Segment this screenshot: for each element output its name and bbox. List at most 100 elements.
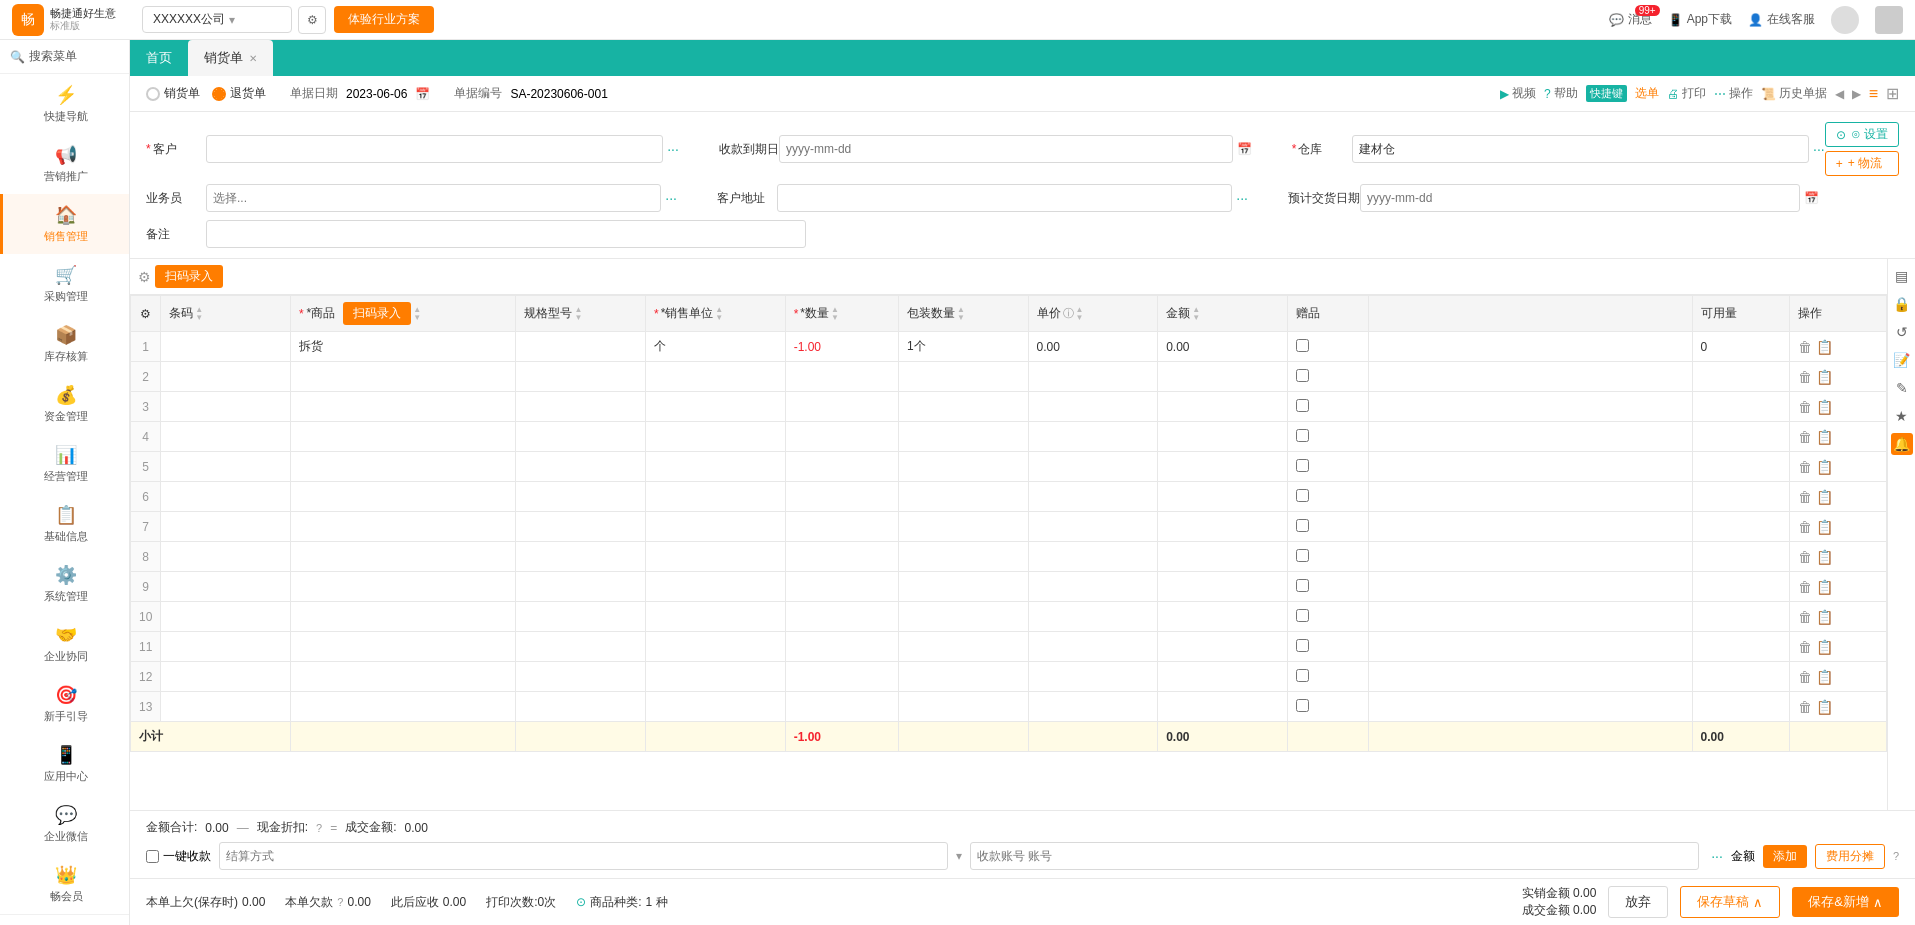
cell-amount[interactable] bbox=[1158, 572, 1288, 602]
address-dots-icon[interactable]: ··· bbox=[1236, 190, 1248, 206]
settings-icon[interactable]: ⚙ bbox=[298, 6, 326, 34]
app-download-button[interactable]: 📱 App下载 bbox=[1668, 11, 1732, 28]
cell-barcode[interactable] bbox=[161, 602, 291, 632]
delete-row-icon[interactable]: 🗑 bbox=[1798, 459, 1812, 475]
rp-note-icon[interactable]: 📝 bbox=[1891, 349, 1913, 371]
due-date-input[interactable] bbox=[779, 135, 1233, 163]
action-help[interactable]: ?帮助 bbox=[1544, 85, 1578, 102]
due-date-calendar-icon[interactable]: 📅 bbox=[1237, 142, 1252, 156]
cell-spec[interactable] bbox=[516, 692, 646, 722]
cell-gift[interactable] bbox=[1287, 692, 1368, 722]
price-info-icon[interactable]: ⓘ bbox=[1063, 306, 1074, 321]
payment-account-dots-icon[interactable]: ··· bbox=[1711, 848, 1723, 864]
calendar-icon[interactable]: 📅 bbox=[415, 87, 430, 101]
cell-goods[interactable] bbox=[290, 602, 516, 632]
salesperson-input[interactable] bbox=[206, 184, 661, 212]
gift-checkbox[interactable] bbox=[1296, 339, 1309, 352]
sidebar-item-quick-nav[interactable]: ⚡ 快捷导航 bbox=[0, 74, 129, 134]
cell-price[interactable] bbox=[1028, 512, 1158, 542]
cell-barcode[interactable] bbox=[161, 692, 291, 722]
save-draft-button[interactable]: 保存草稿 ∧ bbox=[1680, 886, 1780, 918]
cell-spec[interactable] bbox=[516, 572, 646, 602]
cell-spec[interactable] bbox=[516, 512, 646, 542]
cell-qty[interactable] bbox=[785, 542, 898, 572]
copy-row-icon[interactable]: 📋 bbox=[1816, 399, 1833, 415]
sidebar-item-guide[interactable]: 🎯 新手引导 bbox=[0, 674, 129, 734]
save-new-chevron-icon[interactable]: ∧ bbox=[1873, 895, 1883, 910]
cell-barcode[interactable] bbox=[161, 572, 291, 602]
cell-unit[interactable] bbox=[645, 512, 785, 542]
cell-unit[interactable] bbox=[645, 632, 785, 662]
one-click-pay-checkbox[interactable]: 一键收款 bbox=[146, 848, 211, 865]
delete-row-icon[interactable]: 🗑 bbox=[1798, 519, 1812, 535]
cell-qty[interactable] bbox=[785, 692, 898, 722]
scan-button[interactable]: 扫码录入 bbox=[155, 265, 223, 288]
avatar2[interactable] bbox=[1875, 6, 1903, 34]
cell-spec[interactable] bbox=[516, 662, 646, 692]
fee-split-button[interactable]: 费用分摊 bbox=[1815, 844, 1885, 869]
notes-input[interactable] bbox=[206, 220, 806, 248]
cell-goods[interactable] bbox=[290, 422, 516, 452]
payment-account-input[interactable] bbox=[970, 842, 1699, 870]
gift-checkbox[interactable] bbox=[1296, 699, 1309, 712]
rp-alert-icon[interactable]: 🔔 bbox=[1891, 433, 1913, 455]
sidebar-item-wechat[interactable]: 💬 企业微信 bbox=[0, 794, 129, 854]
cell-pkgqty[interactable] bbox=[899, 632, 1029, 662]
avatar[interactable] bbox=[1831, 6, 1859, 34]
cell-amount[interactable] bbox=[1158, 452, 1288, 482]
cell-gift[interactable] bbox=[1287, 362, 1368, 392]
delete-row-icon[interactable]: 🗑 bbox=[1798, 429, 1812, 445]
delete-row-icon[interactable]: 🗑 bbox=[1798, 669, 1812, 685]
cell-amount[interactable] bbox=[1158, 662, 1288, 692]
radio-sales-order[interactable]: 销货单 bbox=[146, 85, 200, 102]
one-click-pay-check[interactable] bbox=[146, 850, 159, 863]
tab-close-icon[interactable]: ✕ bbox=[249, 53, 257, 64]
sidebar-item-purchase[interactable]: 🛒 采购管理 bbox=[0, 254, 129, 314]
trial-button[interactable]: 体验行业方案 bbox=[334, 6, 434, 33]
customer-input[interactable] bbox=[206, 135, 663, 163]
cell-qty[interactable] bbox=[785, 482, 898, 512]
action-history[interactable]: 📜历史单据 bbox=[1761, 85, 1827, 102]
setting-button[interactable]: ⊙ ⊙ 设置 bbox=[1825, 122, 1899, 147]
cell-price[interactable] bbox=[1028, 482, 1158, 512]
cell-unit[interactable] bbox=[645, 452, 785, 482]
th-price[interactable]: 单价ⓘ▲▼ bbox=[1028, 296, 1158, 332]
cell-goods[interactable] bbox=[290, 452, 516, 482]
cell-price[interactable] bbox=[1028, 632, 1158, 662]
cell-spec[interactable] bbox=[516, 332, 646, 362]
cell-spec[interactable] bbox=[516, 422, 646, 452]
cell-amount[interactable]: 0.00 bbox=[1158, 332, 1288, 362]
copy-row-icon[interactable]: 📋 bbox=[1816, 459, 1833, 475]
cell-pkgqty[interactable] bbox=[899, 362, 1029, 392]
tab-home[interactable]: 首页 bbox=[130, 40, 188, 76]
cell-pkgqty[interactable] bbox=[899, 572, 1029, 602]
th-barcode[interactable]: 条码▲▼ bbox=[161, 296, 291, 332]
delete-row-icon[interactable]: 🗑 bbox=[1798, 339, 1812, 355]
cell-qty[interactable] bbox=[785, 362, 898, 392]
cell-amount[interactable] bbox=[1158, 692, 1288, 722]
cell-qty[interactable]: -1.00 bbox=[785, 332, 898, 362]
delete-row-icon[interactable]: 🗑 bbox=[1798, 399, 1812, 415]
action-operations[interactable]: ⋯操作 bbox=[1714, 85, 1753, 102]
fee-help-icon[interactable]: ? bbox=[1893, 850, 1899, 862]
sidebar-search[interactable]: 🔍 搜索菜单 bbox=[0, 40, 129, 74]
cell-goods[interactable] bbox=[290, 362, 516, 392]
cell-price[interactable] bbox=[1028, 392, 1158, 422]
cell-barcode[interactable] bbox=[161, 422, 291, 452]
cell-qty[interactable] bbox=[785, 632, 898, 662]
cell-goods[interactable] bbox=[290, 482, 516, 512]
view-grid-icon[interactable]: ⊞ bbox=[1886, 84, 1899, 103]
action-video[interactable]: ▶视频 bbox=[1500, 85, 1536, 102]
cell-unit[interactable] bbox=[645, 602, 785, 632]
cell-unit[interactable]: 个 bbox=[645, 332, 785, 362]
nav-next-icon[interactable]: ▶ bbox=[1852, 87, 1861, 101]
cell-amount[interactable] bbox=[1158, 632, 1288, 662]
cell-gift[interactable] bbox=[1287, 542, 1368, 572]
copy-row-icon[interactable]: 📋 bbox=[1816, 339, 1833, 355]
copy-row-icon[interactable]: 📋 bbox=[1816, 699, 1833, 715]
cell-amount[interactable] bbox=[1158, 392, 1288, 422]
copy-row-icon[interactable]: 📋 bbox=[1816, 369, 1833, 385]
th-pkgqty[interactable]: 包装数量▲▼ bbox=[899, 296, 1029, 332]
rp-table-icon[interactable]: ▤ bbox=[1891, 265, 1913, 287]
th-gift[interactable]: 赠品 bbox=[1287, 296, 1368, 332]
